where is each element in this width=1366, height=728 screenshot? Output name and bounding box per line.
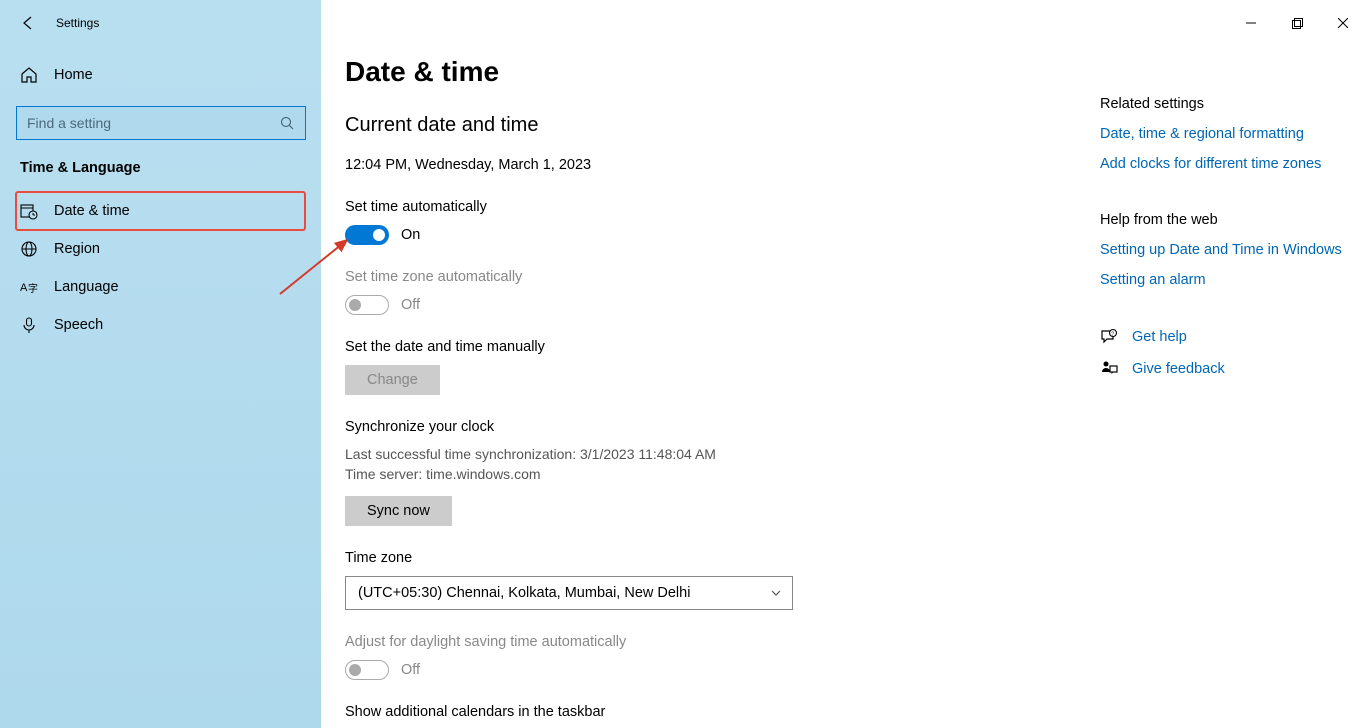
content-area: Date & time Current date and time 12:04 … xyxy=(321,46,1100,728)
timezone-label: Time zone xyxy=(345,550,1076,566)
maximize-icon xyxy=(1292,18,1303,29)
nav-speech-label: Speech xyxy=(54,317,103,333)
svg-text:?: ? xyxy=(1111,332,1114,338)
change-button: Change xyxy=(345,365,440,395)
arrow-left-icon xyxy=(19,14,37,32)
timezone-dropdown[interactable]: (UTC+05:30) Chennai, Kolkata, Mumbai, Ne… xyxy=(345,576,793,610)
get-help-link: Get help xyxy=(1132,329,1187,345)
right-panel: Related settings Date, time & regional f… xyxy=(1100,46,1366,728)
additional-calendars-label: Show additional calendars in the taskbar xyxy=(345,704,1076,720)
chevron-down-icon xyxy=(770,587,782,599)
search-box[interactable] xyxy=(16,106,306,140)
set-time-auto-state: On xyxy=(401,227,420,243)
dst-toggle xyxy=(345,660,389,680)
back-button[interactable] xyxy=(18,13,38,33)
nav-home[interactable]: Home xyxy=(16,56,305,94)
link-setting-alarm[interactable]: Setting an alarm xyxy=(1100,272,1346,288)
svg-text:A: A xyxy=(20,282,28,294)
nav-region-label: Region xyxy=(54,241,100,257)
sync-last-text: Last successful time synchronization: 3/… xyxy=(345,445,1076,465)
set-timezone-auto-toggle xyxy=(345,295,389,315)
related-settings-heading: Related settings xyxy=(1100,96,1346,112)
minimize-icon xyxy=(1246,18,1256,28)
sidebar-section-header: Time & Language xyxy=(20,160,305,176)
help-from-web-heading: Help from the web xyxy=(1100,212,1346,228)
link-setting-up-datetime[interactable]: Setting up Date and Time in Windows xyxy=(1100,242,1346,258)
current-datetime-value: 12:04 PM, Wednesday, March 1, 2023 xyxy=(345,157,1076,173)
feedback-icon xyxy=(1100,360,1118,378)
set-timezone-auto-label: Set time zone automatically xyxy=(345,269,1076,285)
window-title: Settings xyxy=(56,16,99,30)
manual-datetime-label: Set the date and time manually xyxy=(345,339,1076,355)
home-icon xyxy=(20,66,38,84)
get-help-action[interactable]: ? Get help xyxy=(1100,328,1346,346)
nav-language[interactable]: A字 Language xyxy=(16,268,305,306)
set-time-auto-label: Set time automatically xyxy=(345,199,1076,215)
maximize-button[interactable] xyxy=(1274,7,1320,39)
minimize-button[interactable] xyxy=(1228,7,1274,39)
calendar-clock-icon xyxy=(20,202,38,220)
give-feedback-action[interactable]: Give feedback xyxy=(1100,360,1346,378)
sidebar: Home Time & Language Date & time Region … xyxy=(0,46,321,728)
link-add-clocks[interactable]: Add clocks for different time zones xyxy=(1100,156,1346,172)
search-input[interactable] xyxy=(27,115,280,131)
sync-clock-heading: Synchronize your clock xyxy=(345,419,1076,435)
current-datetime-heading: Current date and time xyxy=(345,114,1076,137)
nav-speech[interactable]: Speech xyxy=(16,306,305,344)
close-button[interactable] xyxy=(1320,7,1366,39)
nav-language-label: Language xyxy=(54,279,119,295)
timezone-value: (UTC+05:30) Chennai, Kolkata, Mumbai, Ne… xyxy=(358,585,690,601)
page-title: Date & time xyxy=(345,56,1076,88)
svg-text:字: 字 xyxy=(28,282,38,295)
link-regional-formatting[interactable]: Date, time & regional formatting xyxy=(1100,126,1346,142)
microphone-icon xyxy=(20,316,38,334)
globe-icon xyxy=(20,240,38,258)
set-time-auto-toggle[interactable] xyxy=(345,225,389,245)
nav-date-time[interactable]: Date & time xyxy=(16,192,305,230)
dst-label: Adjust for daylight saving time automati… xyxy=(345,634,1076,650)
sync-now-button[interactable]: Sync now xyxy=(345,496,452,526)
window-controls xyxy=(1228,7,1366,39)
language-icon: A字 xyxy=(20,278,38,296)
close-icon xyxy=(1338,18,1348,28)
sync-server-text: Time server: time.windows.com xyxy=(345,465,1076,485)
search-icon xyxy=(280,116,295,131)
nav-region[interactable]: Region xyxy=(16,230,305,268)
chat-icon: ? xyxy=(1100,328,1118,346)
set-timezone-auto-state: Off xyxy=(401,297,420,313)
nav-home-label: Home xyxy=(54,67,93,83)
nav-date-time-label: Date & time xyxy=(54,203,130,219)
give-feedback-link: Give feedback xyxy=(1132,361,1225,377)
titlebar: Settings xyxy=(0,0,1366,46)
dst-state: Off xyxy=(401,662,420,678)
